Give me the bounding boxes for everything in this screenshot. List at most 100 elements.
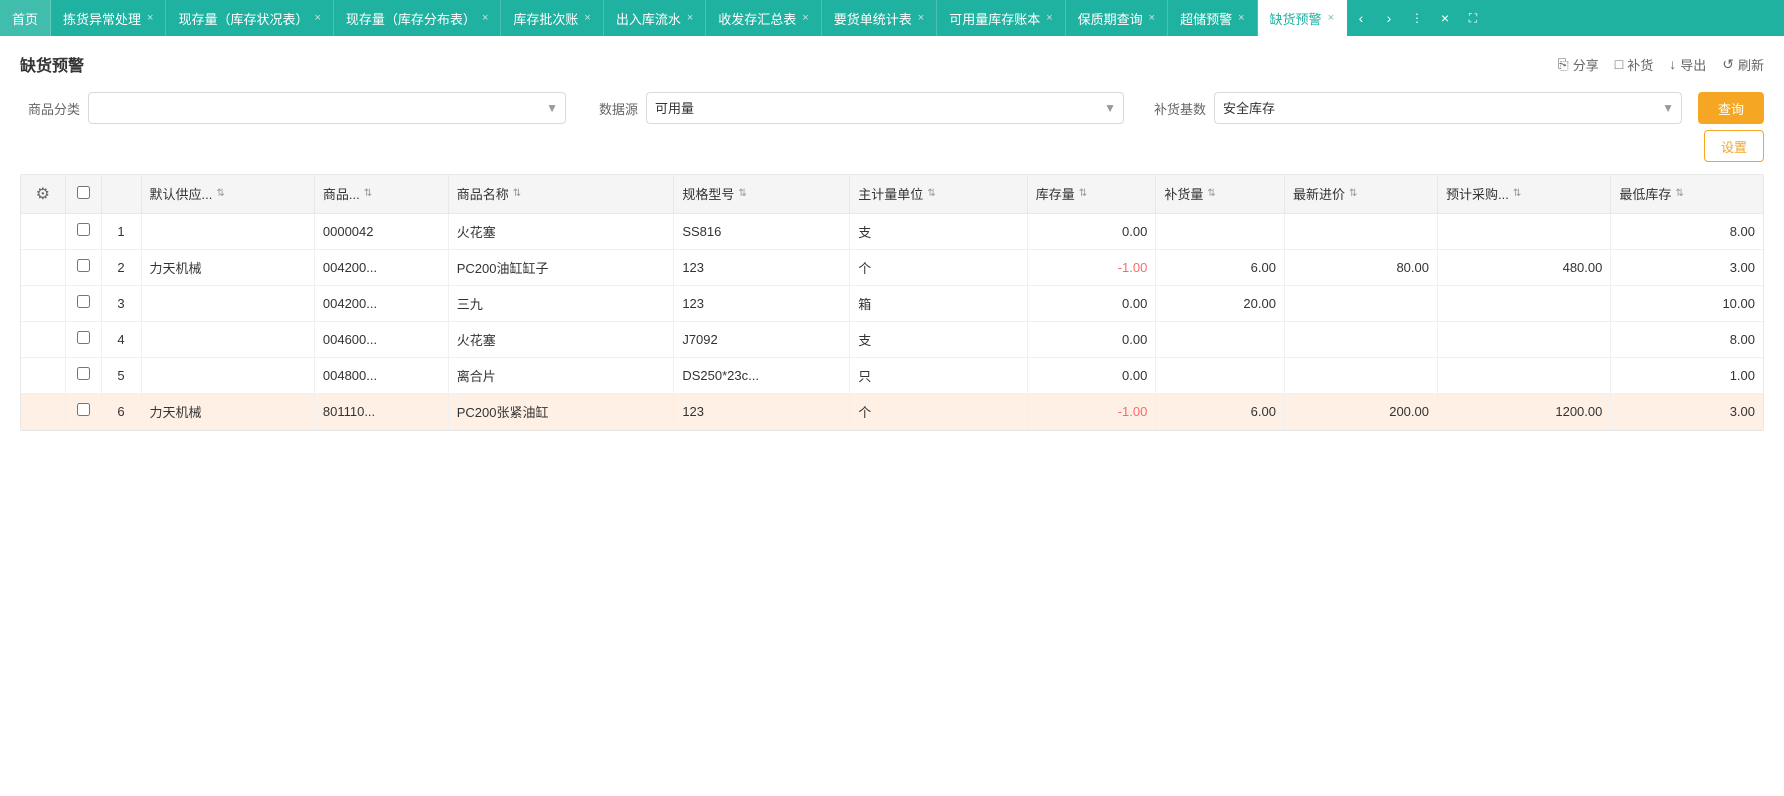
td-latest-price-4 bbox=[1284, 357, 1437, 393]
th-min-stock: 最低库存 ⇅ bbox=[1611, 175, 1763, 213]
td-latest-price-2 bbox=[1284, 285, 1437, 321]
page-title: 缺货预警 bbox=[20, 52, 84, 76]
tab-close-expiry[interactable]: × bbox=[1149, 12, 1155, 24]
td-unit-0: 支 bbox=[850, 213, 1027, 249]
tab-inventory-dist[interactable]: 现存量（库存分布表） × bbox=[334, 0, 501, 36]
td-stock-qty-1: -1.00 bbox=[1027, 249, 1156, 285]
tab-overstock[interactable]: 超储预警 × bbox=[1168, 0, 1257, 36]
sort-product-code-icon[interactable]: ⇅ bbox=[364, 189, 372, 199]
td-checkbox-1 bbox=[65, 249, 101, 285]
replenish-base-filter-label: 补货基数 bbox=[1136, 99, 1206, 118]
td-replenish-qty-4 bbox=[1156, 357, 1285, 393]
sort-min-stock-icon[interactable]: ⇅ bbox=[1675, 189, 1683, 199]
tab-demand-stats[interactable]: 要货单统计表 × bbox=[822, 0, 937, 36]
tab-close-inout-flow[interactable]: × bbox=[687, 12, 693, 24]
td-stock-qty-4: 0.00 bbox=[1027, 357, 1156, 393]
header-actions: ⎘ 分享 □ 补货 ↓ 导出 ↺ 刷新 bbox=[1558, 55, 1764, 74]
td-product-name-4: 离合片 bbox=[448, 357, 674, 393]
td-supplier-1: 力天机械 bbox=[141, 249, 314, 285]
category-select-wrapper: ▼ bbox=[88, 92, 566, 124]
sort-spec-icon[interactable]: ⇅ bbox=[738, 189, 746, 199]
replenish-button[interactable]: □ 补货 bbox=[1615, 55, 1653, 74]
table-row: 4 004600... 火花塞 J7092 支 0.00 8.00 bbox=[21, 321, 1763, 357]
sort-estimated-purchase-icon[interactable]: ⇅ bbox=[1513, 189, 1521, 199]
tab-window-close-btn[interactable]: × bbox=[1431, 0, 1459, 36]
td-product-code-1: 004200... bbox=[314, 249, 448, 285]
td-stock-qty-5: -1.00 bbox=[1027, 393, 1156, 429]
row-checkbox-0[interactable] bbox=[77, 223, 90, 236]
row-checkbox-3[interactable] bbox=[77, 331, 90, 344]
tab-menu-btn[interactable]: ⋮ bbox=[1403, 0, 1431, 36]
td-product-name-0: 火花塞 bbox=[448, 213, 674, 249]
tab-expiry[interactable]: 保质期查询 × bbox=[1066, 0, 1168, 36]
th-settings: ⚙ bbox=[21, 175, 65, 213]
tab-exception[interactable]: 拣货异常处理 × bbox=[51, 0, 166, 36]
datasource-select-wrapper: 可用量 ▼ bbox=[646, 92, 1124, 124]
category-select[interactable] bbox=[88, 92, 566, 124]
data-table: ⚙ 默认供应... ⇅ 商品... bbox=[21, 175, 1763, 430]
td-supplier-2 bbox=[141, 285, 314, 321]
tab-recv-summary[interactable]: 收发存汇总表 × bbox=[706, 0, 821, 36]
refresh-button[interactable]: ↺ 刷新 bbox=[1722, 55, 1764, 74]
settings-button[interactable]: 设置 bbox=[1704, 130, 1764, 162]
tab-close-recv-summary[interactable]: × bbox=[802, 12, 808, 24]
td-stock-qty-3: 0.00 bbox=[1027, 321, 1156, 357]
column-settings-icon[interactable]: ⚙ bbox=[36, 186, 50, 203]
td-checkbox-0 bbox=[65, 213, 101, 249]
td-latest-price-5: 200.00 bbox=[1284, 393, 1437, 429]
sort-replenish-qty-icon[interactable]: ⇅ bbox=[1207, 189, 1215, 199]
tab-available-ledger[interactable]: 可用量库存账本 × bbox=[937, 0, 1065, 36]
table-row: 6 力天机械 801110... PC200张紧油缸 123 个 -1.00 6… bbox=[21, 393, 1763, 429]
td-rownum-2: 3 bbox=[101, 285, 141, 321]
td-product-code-3: 004600... bbox=[314, 321, 448, 357]
tab-close-inventory-status[interactable]: × bbox=[314, 12, 320, 24]
td-min-stock-1: 3.00 bbox=[1611, 249, 1763, 285]
tab-home[interactable]: 首页 bbox=[0, 0, 51, 36]
row-checkbox-1[interactable] bbox=[77, 259, 90, 272]
query-button[interactable]: 查询 bbox=[1698, 92, 1764, 124]
tab-close-batch[interactable]: × bbox=[584, 12, 590, 24]
page-header: 缺货预警 ⎘ 分享 □ 补货 ↓ 导出 ↺ 刷新 bbox=[20, 52, 1764, 76]
th-default-supplier: 默认供应... ⇅ bbox=[141, 175, 314, 213]
select-all-checkbox[interactable] bbox=[77, 186, 90, 199]
row-checkbox-2[interactable] bbox=[77, 295, 90, 308]
td-spec-1: 123 bbox=[674, 249, 850, 285]
td-min-stock-4: 1.00 bbox=[1611, 357, 1763, 393]
td-product-name-2: 三九 bbox=[448, 285, 674, 321]
tab-close-shortage[interactable]: × bbox=[1328, 12, 1334, 24]
sort-latest-price-icon[interactable]: ⇅ bbox=[1349, 189, 1357, 199]
row-checkbox-5[interactable] bbox=[77, 403, 90, 416]
replenish-base-select[interactable]: 安全库存 bbox=[1214, 92, 1682, 124]
tab-maximize-btn[interactable]: ⛶ bbox=[1459, 0, 1487, 36]
tab-close-inventory-dist[interactable]: × bbox=[482, 12, 488, 24]
datasource-select[interactable]: 可用量 bbox=[646, 92, 1124, 124]
tab-close-available-ledger[interactable]: × bbox=[1046, 12, 1052, 24]
tab-batch[interactable]: 库存批次账 × bbox=[501, 0, 603, 36]
tab-next-btn[interactable]: › bbox=[1375, 0, 1403, 36]
sort-stock-qty-icon[interactable]: ⇅ bbox=[1079, 189, 1087, 199]
td-latest-price-1: 80.00 bbox=[1284, 249, 1437, 285]
row-checkbox-4[interactable] bbox=[77, 367, 90, 380]
tab-bar: 首页 拣货异常处理 × 现存量（库存状况表） × 现存量（库存分布表） × 库存… bbox=[0, 0, 1784, 36]
td-unit-5: 个 bbox=[850, 393, 1027, 429]
category-filter-label: 商品分类 bbox=[20, 99, 80, 118]
td-min-stock-0: 8.00 bbox=[1611, 213, 1763, 249]
tab-close-overstock[interactable]: × bbox=[1238, 12, 1244, 24]
td-checkbox-5 bbox=[65, 393, 101, 429]
tab-prev-btn[interactable]: ‹ bbox=[1347, 0, 1375, 36]
sort-unit-icon[interactable]: ⇅ bbox=[927, 189, 935, 199]
td-settings-2 bbox=[21, 285, 65, 321]
td-spec-0: SS816 bbox=[674, 213, 850, 249]
tab-shortage[interactable]: 缺货预警 × bbox=[1258, 0, 1347, 36]
sort-default-supplier-icon[interactable]: ⇅ bbox=[216, 189, 224, 199]
sort-product-name-icon[interactable]: ⇅ bbox=[513, 189, 521, 199]
td-rownum-1: 2 bbox=[101, 249, 141, 285]
export-button[interactable]: ↓ 导出 bbox=[1669, 55, 1706, 74]
tab-inventory-status[interactable]: 现存量（库存状况表） × bbox=[166, 0, 333, 36]
tab-close-demand-stats[interactable]: × bbox=[918, 12, 924, 24]
td-settings-0 bbox=[21, 213, 65, 249]
tab-close-exception[interactable]: × bbox=[147, 12, 153, 24]
share-button[interactable]: ⎘ 分享 bbox=[1558, 55, 1599, 74]
tab-inout-flow[interactable]: 出入库流水 × bbox=[604, 0, 706, 36]
td-product-code-2: 004200... bbox=[314, 285, 448, 321]
